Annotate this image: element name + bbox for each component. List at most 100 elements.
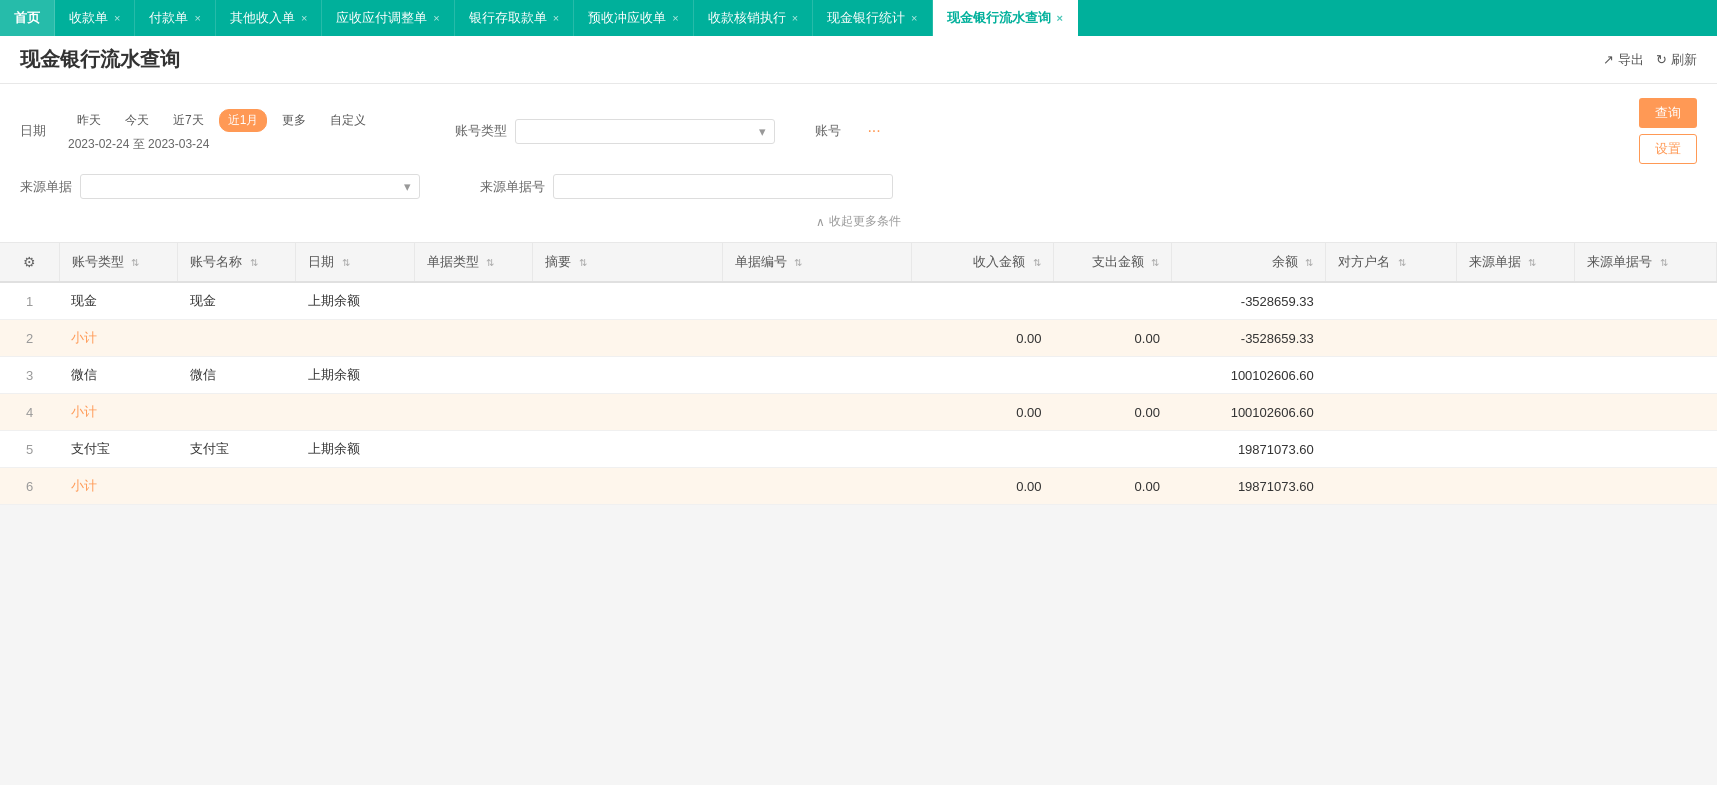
th-date[interactable]: 日期 ⇅	[296, 243, 414, 282]
memo-cell	[533, 468, 722, 505]
bill-no-cell	[722, 431, 911, 468]
top-nav: 首页收款单×付款单×其他收入单×应收应付调整单×银行存取款单×预收冲应收单×收款…	[0, 0, 1717, 36]
th-income-label: 收入金额	[973, 254, 1025, 269]
close-icon-other-income[interactable]: ×	[301, 12, 307, 24]
sort-icon-expense: ⇅	[1151, 257, 1159, 268]
th-income[interactable]: 收入金额 ⇅	[912, 243, 1054, 282]
sort-icon-income: ⇅	[1033, 257, 1041, 268]
th-source-bill[interactable]: 来源单据 ⇅	[1456, 243, 1574, 282]
th-account-type-label: 账号类型	[72, 254, 124, 269]
th-source-bill-no[interactable]: 来源单据号 ⇅	[1574, 243, 1716, 282]
account-name-cell	[178, 320, 296, 357]
nav-item-payment[interactable]: 付款单×	[135, 0, 215, 36]
export-icon: ↗	[1603, 52, 1614, 67]
source-bill-no-cell	[1574, 282, 1716, 320]
th-bill-type[interactable]: 单据类型 ⇅	[414, 243, 532, 282]
collapse-up-icon: ∧	[816, 215, 825, 229]
date-cell	[296, 394, 414, 431]
close-icon-collection-verify[interactable]: ×	[792, 12, 798, 24]
date-cell	[296, 468, 414, 505]
account-type-cell: 现金	[59, 282, 177, 320]
refresh-button[interactable]: ↻ 刷新	[1656, 51, 1697, 69]
table-row: 6小计0.000.0019871073.60	[0, 468, 1717, 505]
memo-cell	[533, 320, 722, 357]
date-option-近1月[interactable]: 近1月	[219, 109, 268, 132]
account-label: 账号	[815, 122, 855, 140]
bill-no-cell	[722, 394, 911, 431]
setting-button[interactable]: 设置	[1639, 134, 1697, 164]
date-option-今天[interactable]: 今天	[116, 109, 158, 132]
nav-item-home[interactable]: 首页	[0, 0, 55, 36]
close-icon-cash-bank-stat[interactable]: ×	[911, 12, 917, 24]
th-bill-type-label: 单据类型	[427, 254, 479, 269]
source-bill-no-input[interactable]	[553, 174, 893, 199]
th-counterparty[interactable]: 对方户名 ⇅	[1326, 243, 1456, 282]
th-settings[interactable]: ⚙	[0, 243, 59, 282]
nav-item-cash-bank-stat[interactable]: 现金银行统计×	[813, 0, 932, 36]
nav-item-other-income[interactable]: 其他收入单×	[216, 0, 322, 36]
account-name-cell: 现金	[178, 282, 296, 320]
row-num: 5	[0, 431, 59, 468]
close-icon-prepay-offset[interactable]: ×	[672, 12, 678, 24]
filter-area: 日期 昨天今天近7天近1月更多自定义 2023-02-24 至 2023-03-…	[0, 84, 1717, 243]
export-button[interactable]: ↗ 导出	[1603, 51, 1644, 69]
date-option-昨天[interactable]: 昨天	[68, 109, 110, 132]
close-icon-ar-ap-adjust[interactable]: ×	[433, 12, 439, 24]
expense-cell: 0.00	[1054, 468, 1172, 505]
row-num: 4	[0, 394, 59, 431]
date-option-自定义[interactable]: 自定义	[321, 109, 375, 132]
source-bill-select[interactable]: ▾	[80, 174, 420, 199]
collapse-bar[interactable]: ∧ 收起更多条件	[20, 209, 1697, 234]
query-button[interactable]: 查询	[1639, 98, 1697, 128]
date-filter-group: 日期 昨天今天近7天近1月更多自定义 2023-02-24 至 2023-03-…	[20, 109, 375, 153]
th-account-type[interactable]: 账号类型 ⇅	[59, 243, 177, 282]
table-row: 3微信微信上期余额100102606.60	[0, 357, 1717, 394]
account-dots-button[interactable]: ···	[863, 122, 884, 140]
th-bill-no[interactable]: 单据编号 ⇅	[722, 243, 911, 282]
memo-cell	[533, 394, 722, 431]
sort-icon-balance: ⇅	[1305, 257, 1313, 268]
counterparty-cell	[1326, 431, 1456, 468]
counterparty-cell	[1326, 282, 1456, 320]
sort-icon-bill-no: ⇅	[794, 257, 802, 268]
memo-cell	[533, 357, 722, 394]
th-counterparty-label: 对方户名	[1338, 254, 1390, 269]
account-type-label: 账号类型	[455, 122, 507, 140]
account-type-cell: 小计	[59, 394, 177, 431]
main-table: ⚙ 账号类型 ⇅ 账号名称 ⇅ 日期 ⇅ 单据类型 ⇅	[0, 243, 1717, 505]
gear-icon[interactable]: ⚙	[23, 254, 36, 270]
account-type-select[interactable]: ▾	[515, 119, 775, 144]
account-name-cell	[178, 394, 296, 431]
source-bill-no-filter-group: 来源单据号	[480, 174, 893, 199]
th-bill-no-label: 单据编号	[735, 254, 787, 269]
close-icon-cash-bank-flow[interactable]: ×	[1057, 12, 1063, 24]
th-expense[interactable]: 支出金额 ⇅	[1054, 243, 1172, 282]
th-memo-label: 摘要	[545, 254, 571, 269]
th-account-name-label: 账号名称	[190, 254, 242, 269]
sort-icon-memo: ⇅	[579, 257, 587, 268]
account-name-cell: 微信	[178, 357, 296, 394]
nav-item-cash-bank-flow[interactable]: 现金银行流水查询×	[933, 0, 1078, 36]
th-account-name[interactable]: 账号名称 ⇅	[178, 243, 296, 282]
table-header: ⚙ 账号类型 ⇅ 账号名称 ⇅ 日期 ⇅ 单据类型 ⇅	[0, 243, 1717, 282]
sort-icon-account-name: ⇅	[250, 257, 258, 268]
filter-row-2: 来源单据 ▾ 来源单据号	[20, 174, 1697, 199]
date-option-更多[interactable]: 更多	[273, 109, 315, 132]
nav-item-collection-verify[interactable]: 收款核销执行×	[694, 0, 813, 36]
date-cell	[296, 320, 414, 357]
income-cell: 0.00	[912, 394, 1054, 431]
counterparty-cell	[1326, 394, 1456, 431]
nav-item-bank-deposit[interactable]: 银行存取款单×	[455, 0, 574, 36]
close-icon-payment[interactable]: ×	[194, 12, 200, 24]
sort-icon-bill-type: ⇅	[486, 257, 494, 268]
close-icon-receipt[interactable]: ×	[114, 12, 120, 24]
th-expense-label: 支出金额	[1092, 254, 1144, 269]
date-option-近7天[interactable]: 近7天	[164, 109, 213, 132]
th-memo[interactable]: 摘要 ⇅	[533, 243, 722, 282]
nav-item-receipt[interactable]: 收款单×	[55, 0, 135, 36]
nav-item-prepay-offset[interactable]: 预收冲应收单×	[574, 0, 693, 36]
bill-type-cell	[414, 357, 532, 394]
close-icon-bank-deposit[interactable]: ×	[553, 12, 559, 24]
nav-item-ar-ap-adjust[interactable]: 应收应付调整单×	[322, 0, 454, 36]
th-balance[interactable]: 余额 ⇅	[1172, 243, 1326, 282]
